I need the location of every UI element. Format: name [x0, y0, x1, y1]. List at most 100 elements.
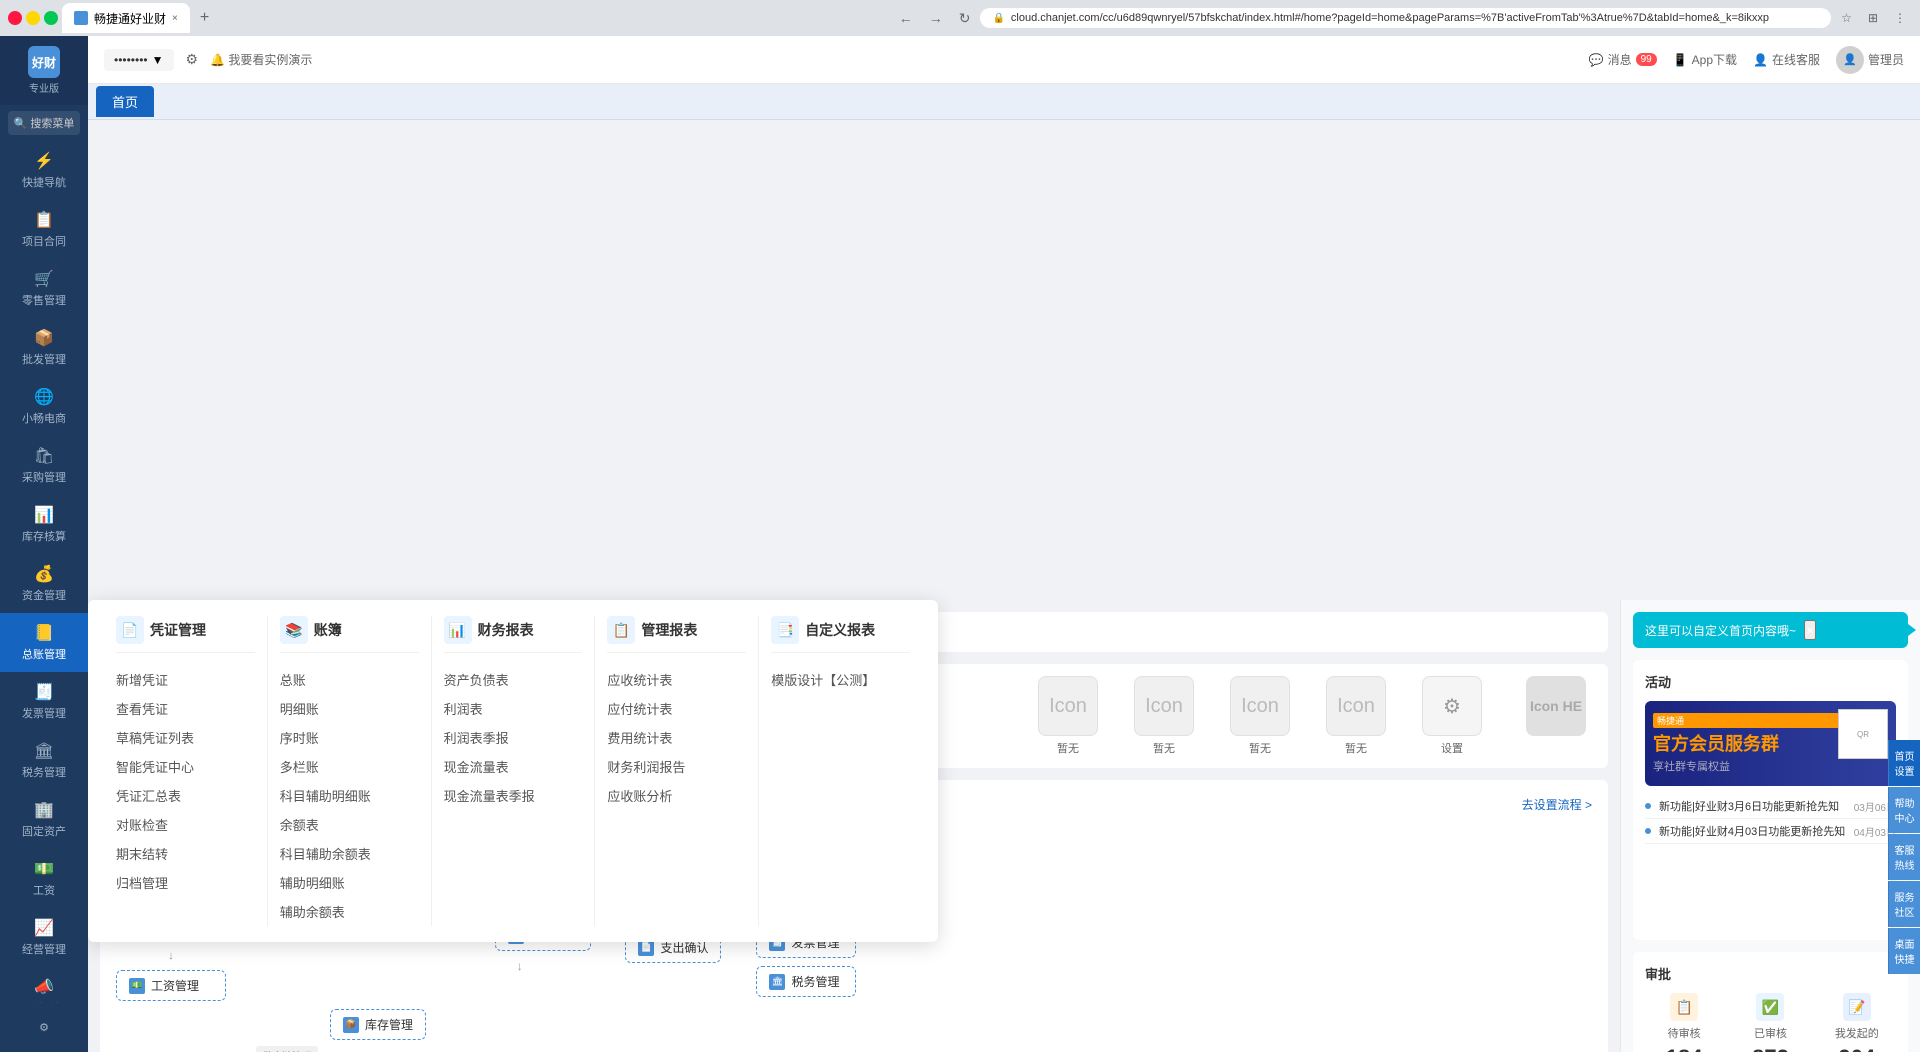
flow-node-inventory[interactable]: 📦 库存管理: [330, 1009, 426, 1040]
bookmark-button[interactable]: ☆: [1835, 9, 1858, 27]
customize-tooltip-text: 这里可以自定义首页内容哦~: [1645, 622, 1796, 639]
dropdown-item-receivable-stats[interactable]: 应收统计表: [607, 665, 746, 694]
news-item-1[interactable]: 新功能|好业财3月6日功能更新抢先知 03月06日: [1645, 794, 1896, 819]
mgmt-report-header: 📋 管理报表: [607, 616, 746, 653]
sidebar-item-project[interactable]: 📋 项目合同: [0, 200, 88, 259]
dropdown-item-smart-voucher[interactable]: 智能凭证中心: [116, 752, 255, 781]
dropdown-item-subject-assist-detail[interactable]: 科目辅助明细账: [280, 781, 419, 810]
dropdown-item-template-design[interactable]: 模版设计【公测】: [771, 665, 910, 694]
dropdown-item-multi-column[interactable]: 多栏账: [280, 752, 419, 781]
sidebar-item-operations[interactable]: 📈 经营管理: [0, 908, 88, 967]
sidebar-search-button[interactable]: 🔍 搜索菜单: [8, 111, 80, 135]
flow-setup-link[interactable]: 去设置流程 >: [1522, 796, 1592, 813]
sidebar-item-inventory[interactable]: 📊 库存核算: [0, 495, 88, 554]
sidebar-item-assets[interactable]: 🏢 固定资产: [0, 790, 88, 849]
sidebar-item-invoice[interactable]: 🧾 发票管理: [0, 672, 88, 731]
sidebar-item-shortcut[interactable]: ⚡ 快捷导航: [0, 141, 88, 200]
sidebar-item-accounting[interactable]: 📒 总账管理: [0, 613, 88, 672]
approval-item-approved[interactable]: ✅ 已审核 872: [1731, 993, 1809, 1052]
nav-forward-button[interactable]: →: [923, 8, 949, 28]
corner-btn-desktop-app[interactable]: 桌面 快捷: [1888, 928, 1920, 974]
dropdown-item-assist-detail[interactable]: 辅助明细账: [280, 868, 419, 897]
icon-cell-5[interactable]: ⚙ 设置: [1412, 676, 1492, 756]
dropdown-item-draft-voucher[interactable]: 草稿凭证列表: [116, 723, 255, 752]
news-text-2: 新功能|好业财4月03日功能更新抢先知: [1659, 823, 1846, 839]
flow-down-arrow-3: ↓: [266, 959, 613, 973]
address-bar[interactable]: 🔒 cloud.chanjet.com/cc/u6d89qwnryel/57bf…: [980, 8, 1831, 28]
corner-btn-customer-hotline[interactable]: 客服 热线: [1888, 834, 1920, 880]
dropdown-item-voucher-summary[interactable]: 凭证汇总表: [116, 781, 255, 810]
dropdown-item-balance[interactable]: 资产负债表: [444, 665, 583, 694]
icon-label-settings: 设置: [1441, 740, 1463, 756]
dropdown-item-assist-balance[interactable]: 辅助余额表: [280, 897, 419, 926]
corner-btn-service-community[interactable]: 服务 社区: [1888, 881, 1920, 927]
company-selector[interactable]: •••••••• ▼: [104, 49, 174, 71]
dropdown-item-cashflow[interactable]: 现金流量表: [444, 752, 583, 781]
new-tab-button[interactable]: +: [194, 9, 215, 27]
sidebar-settings-button[interactable]: ⚙: [35, 1011, 53, 1044]
dropdown-item-reconcile[interactable]: 对账检查: [116, 810, 255, 839]
dropdown-item-receivable-analysis[interactable]: 应收账分析: [607, 781, 746, 810]
sidebar-item-wholesale[interactable]: 📦 批发管理: [0, 318, 88, 377]
app-download-button[interactable]: 📱 App下载: [1673, 51, 1737, 68]
sidebar-item-purchase[interactable]: 🛍 采购管理: [0, 436, 88, 495]
sidebar-item-marketing[interactable]: 📣 小畅销: [0, 967, 88, 1003]
sidebar-item-retail[interactable]: 🛒 零售管理: [0, 259, 88, 318]
topbar-settings-icon[interactable]: ⚙: [186, 51, 199, 68]
news-item-2[interactable]: 新功能|好业财4月03日功能更新抢先知 04月03日: [1645, 819, 1896, 844]
dropdown-item-subject-assist-balance[interactable]: 科目辅助余额表: [280, 839, 419, 868]
corner-btn-help-center[interactable]: 帮助 中心: [1888, 787, 1920, 833]
activity-banner[interactable]: 畅捷通 官方会员服务群 享社群专属权益 QR: [1645, 701, 1896, 786]
dropdown-item-payable-stats[interactable]: 应付统计表: [607, 694, 746, 723]
financial-report-icon: 📊: [444, 616, 472, 644]
message-button[interactable]: 💬 消息 99: [1589, 51, 1657, 68]
icon-cell-he: Icon HE: [1516, 676, 1596, 736]
dropdown-item-period-close[interactable]: 期末结转: [116, 839, 255, 868]
icon-box-4: Icon: [1326, 676, 1386, 736]
nav-refresh-button[interactable]: ↻: [953, 8, 977, 29]
flow-node-salary[interactable]: 💵 工资管理: [116, 970, 226, 1001]
nav-back-button[interactable]: ←: [893, 8, 919, 28]
company-name: ••••••••: [114, 53, 148, 67]
dropdown-item-view-voucher[interactable]: 查看凭证: [116, 694, 255, 723]
dropdown-item-general-ledger[interactable]: 总账: [280, 665, 419, 694]
dropdown-item-expense-stats[interactable]: 费用统计表: [607, 723, 746, 752]
operations-label: 经营管理: [22, 941, 66, 957]
online-service-button[interactable]: 👤 在线客服: [1753, 51, 1820, 68]
dropdown-item-cashflow-quarterly[interactable]: 现金流量表季报: [444, 781, 583, 810]
financial-report-title: 财务报表: [478, 620, 534, 640]
sidebar-item-salary[interactable]: 💵 工资: [0, 849, 88, 908]
sidebar-item-tax[interactable]: 🏛 税务管理: [0, 731, 88, 790]
dropdown-item-new-voucher[interactable]: 新增凭证: [116, 665, 255, 694]
dropdown-item-financial-profit[interactable]: 财务利润报告: [607, 752, 746, 781]
menu-button[interactable]: ⋮: [1888, 9, 1912, 27]
tab-home[interactable]: 首页: [96, 86, 154, 117]
close-window-button[interactable]: [8, 11, 22, 25]
ledger-section-icon: 📚: [280, 616, 308, 644]
tab-close-button[interactable]: ×: [172, 13, 178, 24]
sidebar-item-ecommerce[interactable]: 🌐 小畅电商: [0, 377, 88, 436]
user-avatar[interactable]: 👤 管理员: [1836, 46, 1904, 74]
dropdown-item-profit-quarterly[interactable]: 利润表季报: [444, 723, 583, 752]
browser-tab[interactable]: 畅捷通好业财 ×: [62, 3, 190, 33]
approval-item-pending[interactable]: 📋 待审核 184: [1645, 993, 1723, 1052]
sidebar-item-finance[interactable]: 💰 资金管理: [0, 554, 88, 613]
extension-button[interactable]: ⊞: [1862, 9, 1884, 27]
tooltip-close-button[interactable]: ×: [1804, 620, 1816, 640]
icon-cell-3: Icon 暂无: [1220, 676, 1300, 756]
corner-btn-home-settings[interactable]: 首页 设置: [1888, 740, 1920, 786]
approval-item-initiated[interactable]: 📝 我发起的 904: [1818, 993, 1896, 1052]
dropdown-item-archive[interactable]: 归档管理: [116, 868, 255, 897]
maximize-window-button[interactable]: [44, 11, 58, 25]
dropdown-item-journal[interactable]: 序时账: [280, 723, 419, 752]
retail-label: 零售管理: [22, 292, 66, 308]
dropdown-item-balance-sheet[interactable]: 余额表: [280, 810, 419, 839]
customize-tooltip: 这里可以自定义首页内容哦~ ×: [1633, 612, 1908, 648]
initiated-icon: 📝: [1848, 999, 1865, 1016]
dropdown-item-profit[interactable]: 利润表: [444, 694, 583, 723]
banner-sub: 享社群专属权益: [1653, 758, 1888, 774]
demo-link[interactable]: 🔔 我要看实例演示: [210, 51, 312, 68]
dropdown-item-detail-ledger[interactable]: 明细账: [280, 694, 419, 723]
flow-node-tax-mgmt[interactable]: 🏛 税务管理: [756, 966, 856, 997]
minimize-window-button[interactable]: [26, 11, 40, 25]
